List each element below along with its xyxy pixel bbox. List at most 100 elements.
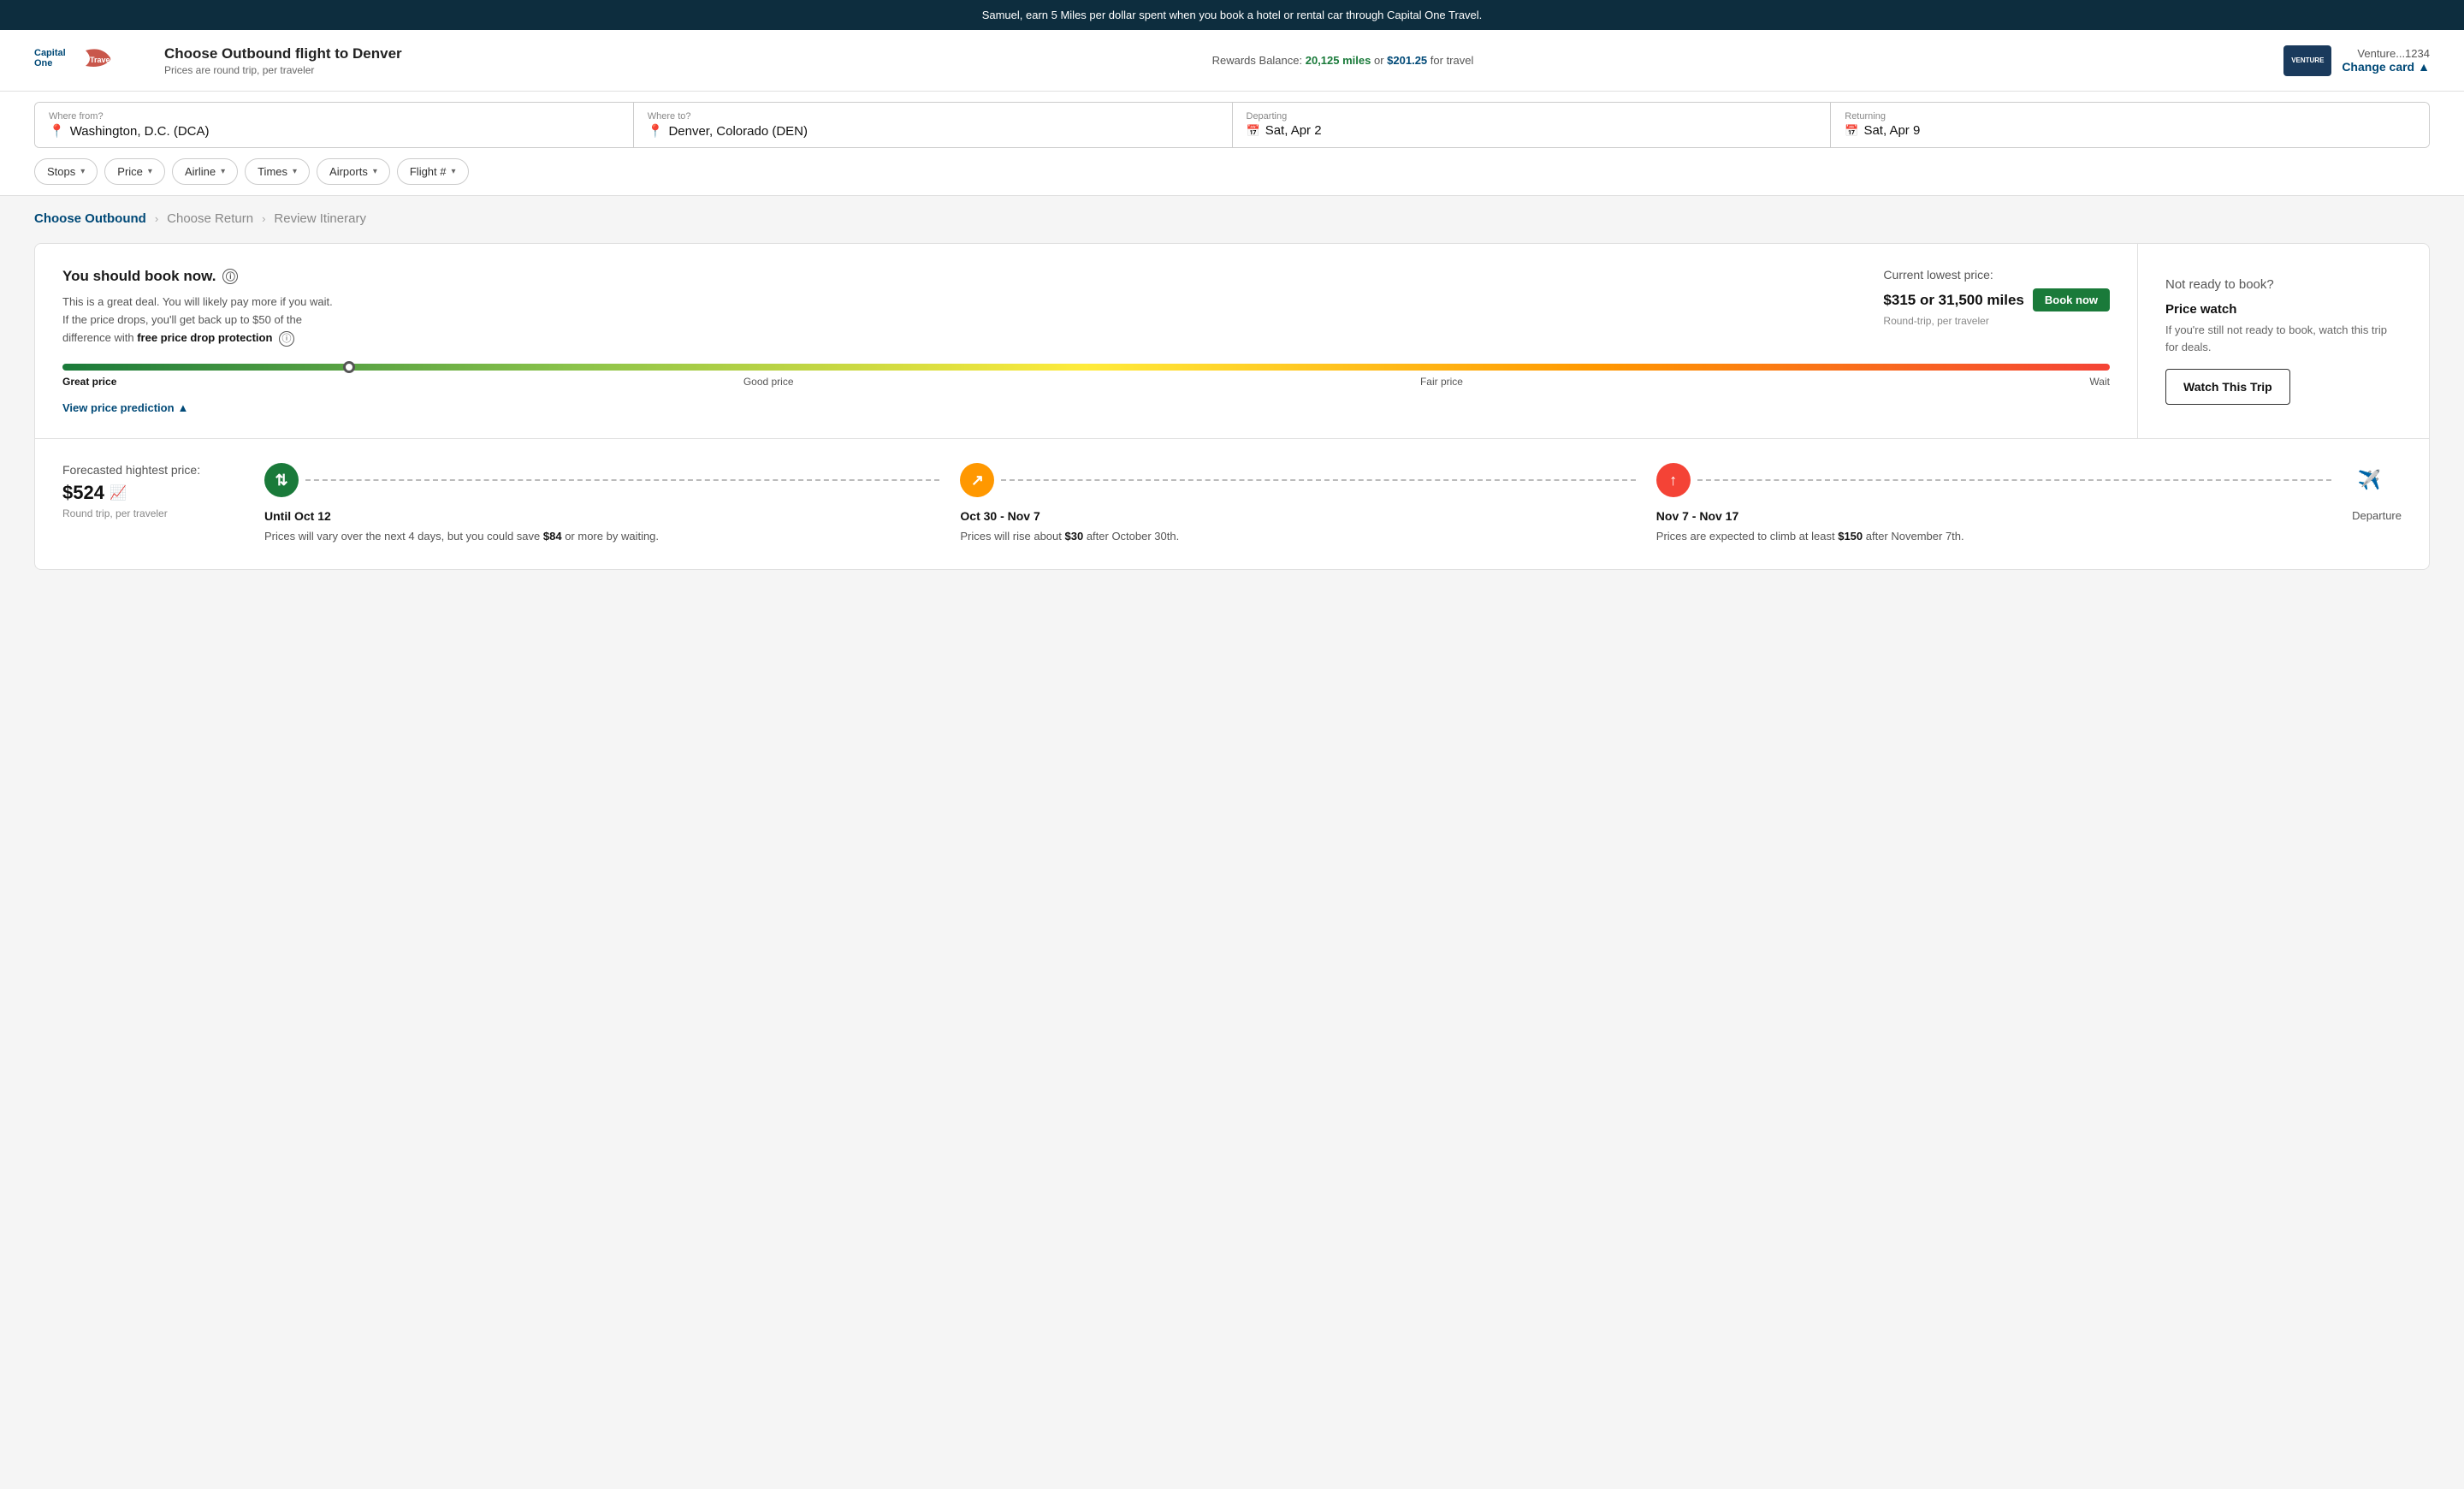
filter-bar: Stops ▾ Price ▾ Airline ▾ Times ▾ Airpor… — [34, 158, 2430, 185]
departing-value: Sat, Apr 2 — [1265, 123, 1322, 138]
banner-text: Samuel, earn 5 Miles per dollar spent wh… — [982, 9, 1483, 21]
forecast-dot-2: ↗ — [960, 463, 994, 497]
to-field[interactable]: Where to? 📍 Denver, Colorado (DEN) — [634, 103, 1233, 147]
departure-dot-line: ✈️ — [2352, 463, 2402, 497]
filter-times[interactable]: Times ▾ — [245, 158, 310, 185]
filter-stops[interactable]: Stops ▾ — [34, 158, 98, 185]
forecast-item-2: ↗ Oct 30 - Nov 7 Prices will rise about … — [946, 463, 1642, 545]
returning-calendar-icon: 📅 — [1845, 124, 1858, 138]
miles-suffix: or — [1374, 54, 1387, 67]
search-fields: Where from? 📍 Washington, D.C. (DCA) Whe… — [34, 102, 2430, 148]
stops-chevron: ▾ — [80, 167, 85, 176]
main-content: You should book now. ⓘ This is a great d… — [0, 234, 2464, 604]
free-price-info-icon[interactable]: ⓘ — [279, 331, 294, 347]
forecast-desc-1: Prices will vary over the next 4 days, b… — [264, 528, 946, 545]
price-chevron: ▾ — [148, 167, 152, 176]
departure-label: Departure — [2352, 509, 2402, 522]
bar-label-fair: Fair price — [1420, 376, 1463, 388]
svg-text:Travel: Travel — [90, 56, 112, 64]
chevron-up-prediction-icon: ▲ — [178, 401, 189, 414]
flight-title-text: Choose Outbound flight to Denver — [164, 45, 402, 62]
price-card-top: You should book now. ⓘ This is a great d… — [35, 244, 2429, 438]
forecast-desc-3: Prices are expected to climb at least $1… — [1656, 528, 2338, 545]
forecast-dot-line-3: ↑ — [1656, 463, 2338, 497]
airports-label: Airports — [329, 165, 368, 178]
airline-label: Airline — [185, 165, 216, 178]
card-number: Venture...1234 — [2342, 47, 2430, 60]
filter-airline[interactable]: Airline ▾ — [172, 158, 238, 185]
flight-title: Choose Outbound flight to Denver Prices … — [164, 45, 402, 76]
book-now-title: You should book now. ⓘ — [62, 268, 1798, 285]
forecast-up-arrow-icon: 📈 — [110, 484, 127, 501]
breadcrumb-choose-return[interactable]: Choose Return — [167, 211, 253, 226]
forecast-section: Forecasted hightest price: $524 📈 Round … — [35, 438, 2429, 569]
view-price-prediction-button[interactable]: View price prediction ▲ — [62, 401, 2110, 414]
bar-label-great: Great price — [62, 376, 116, 388]
breadcrumb: Choose Outbound › Choose Return › Review… — [0, 196, 2464, 234]
forecast-dot-line-1: ⇅ — [264, 463, 946, 497]
returning-field[interactable]: Returning 📅 Sat, Apr 9 — [1831, 103, 2429, 147]
forecast-content-1: Until Oct 12 Prices will vary over the n… — [264, 509, 946, 545]
card-label: VENTURE — [2291, 56, 2324, 64]
stops-label: Stops — [47, 165, 75, 178]
forecast-timeline: ⇅ Until Oct 12 Prices will vary over the… — [251, 463, 2402, 545]
book-now-button[interactable]: Book now — [2033, 288, 2110, 311]
plane-icon: ✈️ — [2352, 463, 2386, 497]
price-watch-desc: If you're still not ready to book, watch… — [2165, 322, 2402, 355]
forecast-content-2: Oct 30 - Nov 7 Prices will rise about $3… — [960, 509, 1642, 545]
watch-this-trip-button[interactable]: Watch This Trip — [2165, 369, 2290, 405]
card-info: Venture...1234 Change card ▲ — [2342, 47, 2430, 74]
book-now-info-icon[interactable]: ⓘ — [222, 269, 238, 284]
to-label: Where to? — [648, 111, 1218, 122]
book-now-title-text: You should book now. — [62, 268, 216, 285]
view-prediction-label: View price prediction — [62, 401, 175, 414]
forecast-dot-line-2: ↗ — [960, 463, 1642, 497]
forecast-dot-3: ↑ — [1656, 463, 1691, 497]
search-bar: Where from? 📍 Washington, D.C. (DCA) Whe… — [0, 92, 2464, 196]
forecast-item-1: ⇅ Until Oct 12 Prices will vary over the… — [251, 463, 946, 545]
departing-field[interactable]: Departing 📅 Sat, Apr 2 — [1233, 103, 1832, 147]
dollars-value: $201.25 — [1387, 54, 1427, 67]
price-amount: $315 or 31,500 miles — [1883, 292, 2023, 309]
change-card-label: Change card — [2342, 60, 2414, 74]
departure-indicator: ✈️ Departure — [2338, 463, 2402, 522]
flight-num-label: Flight # — [410, 165, 447, 178]
breadcrumb-choose-outbound[interactable]: Choose Outbound — [34, 211, 146, 226]
card-section: VENTURE Venture...1234 Change card ▲ — [2283, 45, 2430, 76]
filter-flight-num[interactable]: Flight # ▾ — [397, 158, 469, 185]
forecast-subtitle: Round trip, per traveler — [62, 507, 251, 519]
book-now-description: This is a great deal. You will likely pa… — [62, 294, 336, 347]
to-value: Denver, Colorado (DEN) — [668, 124, 808, 139]
from-label: Where from? — [49, 111, 619, 122]
chevron-up-icon: ▲ — [2418, 60, 2430, 74]
current-price-label: Current lowest price: — [1883, 268, 2110, 282]
current-price-section: Current lowest price: $315 or 31,500 mil… — [1883, 268, 2110, 347]
airline-chevron: ▾ — [221, 167, 225, 176]
bar-label-good: Good price — [743, 376, 794, 388]
forecast-dashes-2 — [1001, 479, 1635, 481]
price-watch-title: Price watch — [2165, 302, 2236, 317]
change-card-button[interactable]: Change card ▲ — [2342, 60, 2430, 74]
logo-icon: Capital One Travel — [34, 44, 137, 77]
card-image: VENTURE — [2283, 45, 2331, 76]
forecast-label: Forecasted hightest price: — [62, 463, 251, 477]
price-row: $315 or 31,500 miles Book now — [1883, 288, 2110, 311]
filter-price[interactable]: Price ▾ — [104, 158, 165, 185]
price-card-right: Not ready to book? Price watch If you're… — [2138, 244, 2429, 438]
price-label: Price — [117, 165, 143, 178]
bar-label-wait: Wait — [2089, 376, 2110, 388]
times-chevron: ▾ — [293, 167, 297, 176]
times-label: Times — [258, 165, 287, 178]
breadcrumb-review-itinerary[interactable]: Review Itinerary — [274, 211, 366, 226]
forecast-date-1: Until Oct 12 — [264, 509, 946, 523]
breadcrumb-arrow-1: › — [155, 212, 158, 225]
forecast-left: Forecasted hightest price: $524 📈 Round … — [62, 463, 251, 545]
forecast-price-row: $524 📈 — [62, 482, 251, 504]
header-left: Capital One Travel Choose Outbound fligh… — [34, 44, 402, 77]
forecast-date-3: Nov 7 - Nov 17 — [1656, 509, 2338, 523]
filter-airports[interactable]: Airports ▾ — [317, 158, 390, 185]
departing-calendar-icon: 📅 — [1247, 124, 1260, 138]
from-field[interactable]: Where from? 📍 Washington, D.C. (DCA) — [35, 103, 634, 147]
flight-num-chevron: ▾ — [452, 167, 456, 176]
price-round-trip: Round-trip, per traveler — [1883, 315, 2110, 327]
